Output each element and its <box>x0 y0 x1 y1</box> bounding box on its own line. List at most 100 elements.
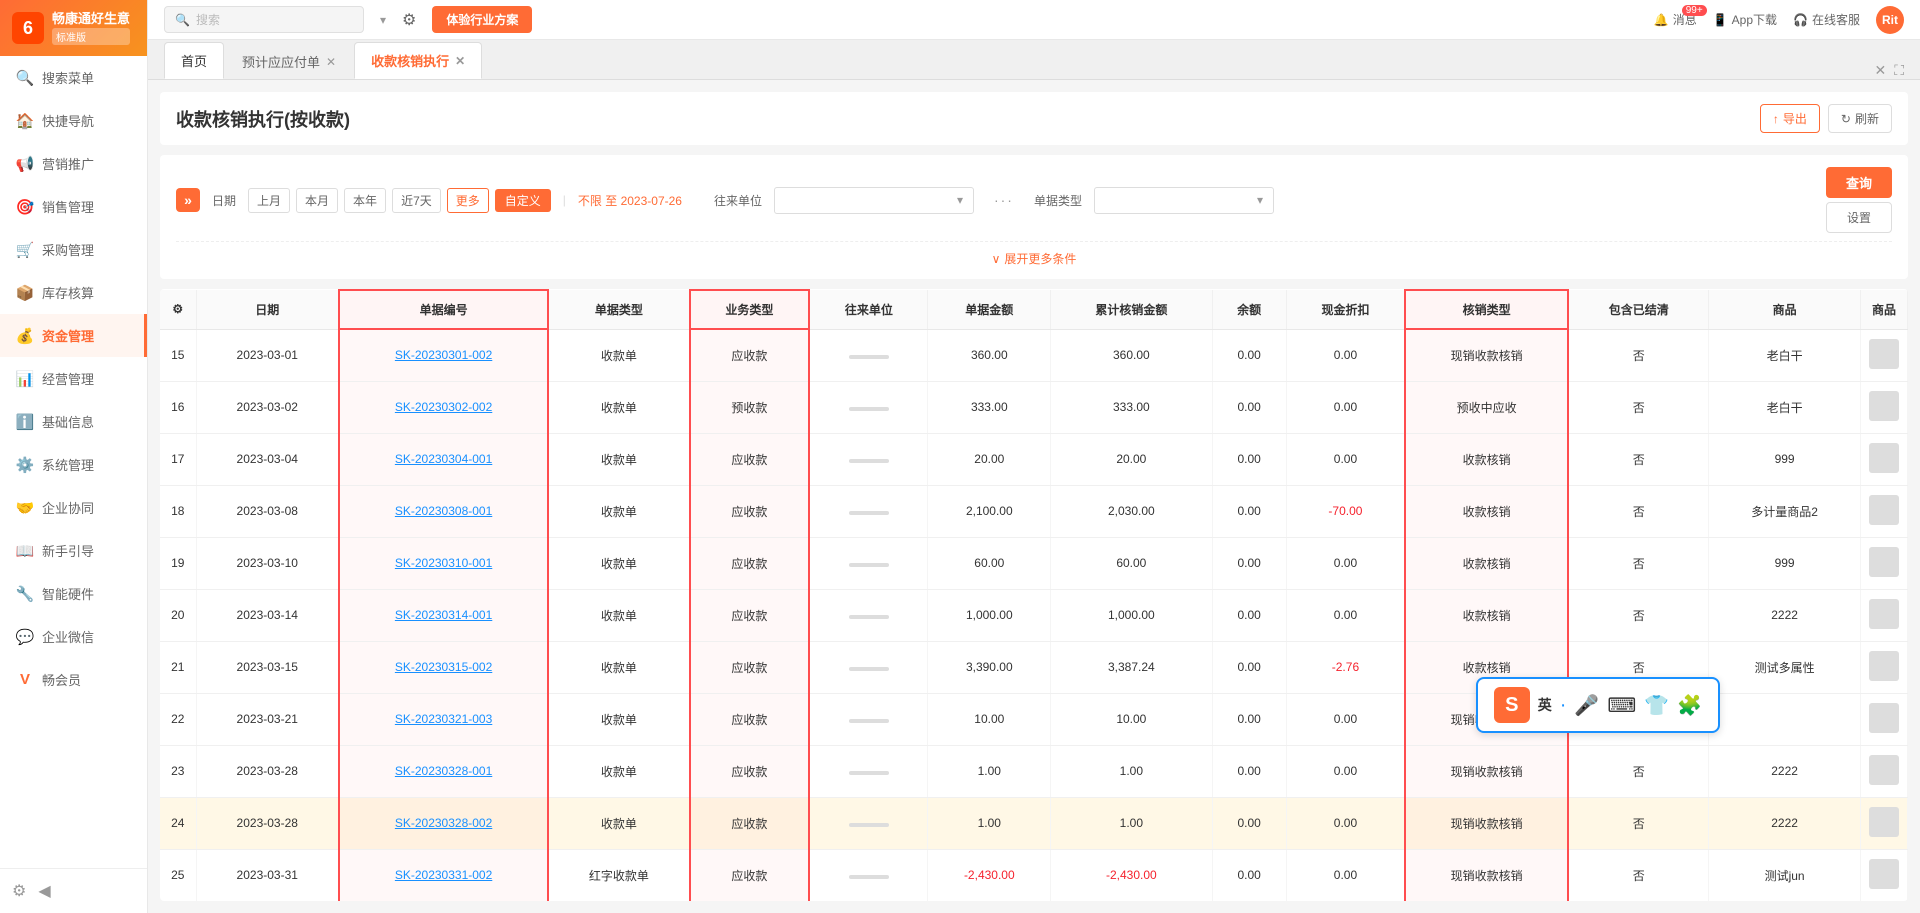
cell-cash-discount: 0.00 <box>1286 693 1405 745</box>
cell-counterpart <box>809 433 928 485</box>
tab-expand-icon[interactable]: ⛶ <box>1894 62 1904 79</box>
query-button[interactable]: 查询 <box>1826 167 1892 198</box>
filter-expand-btn[interactable]: » <box>176 188 200 212</box>
th-balance: 余额 <box>1212 290 1286 329</box>
doc-no-link[interactable]: SK-20230328-002 <box>395 816 492 830</box>
sidebar-item-hardware[interactable]: 🔧 智能硬件 <box>0 572 147 615</box>
sidebar-item-purchase[interactable]: 🛒 采购管理 <box>0 228 147 271</box>
cell-doc-type: 收款单 <box>548 693 689 745</box>
gear-icon-top[interactable]: ⚙ <box>402 10 416 30</box>
cell-doc-type: 收款单 <box>548 797 689 849</box>
tab-collection-close[interactable]: ✕ <box>455 54 465 68</box>
cell-product2 <box>1861 329 1908 381</box>
cell-doc-type: 收款单 <box>548 589 689 641</box>
sidebar-item-operations[interactable]: 📊 经营管理 <box>0 357 147 400</box>
sidebar-item-member[interactable]: V 畅会员 <box>0 658 147 701</box>
collapse-icon[interactable]: ◀ <box>38 881 50 901</box>
tab-close-all-icon[interactable]: ✕ <box>1874 62 1886 79</box>
table-row: 17 2023-03-04 SK-20230304-001 收款单 应收款 20… <box>160 433 1908 485</box>
sales-icon: 🎯 <box>16 198 34 216</box>
table-body: 15 2023-03-01 SK-20230301-002 收款单 应收款 36… <box>160 329 1908 901</box>
counterpart-input[interactable]: ▾ <box>774 187 974 214</box>
sidebar-item-guide[interactable]: 📖 新手引导 <box>0 529 147 572</box>
doc-no-link[interactable]: SK-20230314-001 <box>395 608 492 622</box>
filter-date-btns: 上月 本月 本年 近7天 更多 自定义 <box>248 188 551 213</box>
cell-product2 <box>1861 641 1908 693</box>
user-avatar[interactable]: Rit <box>1876 6 1904 34</box>
filter-expand-row[interactable]: ∨ 展开更多条件 <box>176 241 1892 267</box>
dropdown-arrow[interactable]: ▾ <box>380 13 386 27</box>
cell-biz-type: 预收款 <box>690 381 810 433</box>
cell-date: 2023-03-08 <box>196 485 339 537</box>
sidebar-item-marketing[interactable]: 📢 营销推广 <box>0 142 147 185</box>
cell-include-cleared: 否 <box>1568 537 1708 589</box>
online-support-item[interactable]: 🎧 在线客服 <box>1793 11 1860 28</box>
doc-no-link[interactable]: SK-20230304-001 <box>395 452 492 466</box>
export-button[interactable]: ↑ 导出 <box>1760 104 1820 133</box>
sidebar-item-sales[interactable]: 🎯 销售管理 <box>0 185 147 228</box>
cell-no: 15 <box>160 329 196 381</box>
doc-no-link[interactable]: SK-20230321-003 <box>395 712 492 726</box>
cell-no: 18 <box>160 485 196 537</box>
online-support-label: 在线客服 <box>1812 11 1860 28</box>
cell-biz-type: 应收款 <box>690 329 810 381</box>
sidebar-item-search[interactable]: 🔍 搜索菜单 <box>0 56 147 99</box>
doc-no-link[interactable]: SK-20230308-001 <box>395 504 492 518</box>
doc-no-link[interactable]: SK-20230302-002 <box>395 400 492 414</box>
th-gear[interactable]: ⚙ <box>160 290 196 329</box>
tab-collection[interactable]: 收款核销执行 ✕ <box>354 42 482 79</box>
counterpart-label: 往来单位 <box>714 192 762 209</box>
sidebar-item-label-system: 系统管理 <box>42 455 94 474</box>
cell-balance: 0.00 <box>1212 329 1286 381</box>
sidebar-item-basic[interactable]: ℹ️ 基础信息 <box>0 400 147 443</box>
notifications-item[interactable]: 🔔 消息 99+ <box>1654 11 1697 28</box>
settings-button[interactable]: 设置 <box>1826 202 1892 233</box>
tab-pending-close[interactable]: ✕ <box>326 55 336 69</box>
sidebar-item-quicknav[interactable]: 🏠 快捷导航 <box>0 99 147 142</box>
logo-icon: 6 <box>12 12 44 44</box>
doc-no-link[interactable]: SK-20230328-001 <box>395 764 492 778</box>
cell-include-cleared: 否 <box>1568 641 1708 693</box>
doc-no-link[interactable]: SK-20230331-002 <box>395 868 492 882</box>
cell-doc-no: SK-20230315-002 <box>339 641 548 693</box>
date-custom-btn[interactable]: 自定义 <box>495 189 551 212</box>
date-btn-last-month[interactable]: 上月 <box>248 188 290 213</box>
cell-cumulative: 1.00 <box>1051 797 1212 849</box>
app-download-item[interactable]: 📱 App下载 <box>1713 11 1777 28</box>
cell-doc-amount: 3,390.00 <box>928 641 1051 693</box>
sidebar-item-label-inventory: 库存核算 <box>42 283 94 302</box>
date-btn-7days[interactable]: 近7天 <box>392 188 441 213</box>
cell-balance: 0.00 <box>1212 537 1286 589</box>
cell-date: 2023-03-01 <box>196 329 339 381</box>
cell-include-cleared: 否 <box>1568 693 1708 745</box>
export-label: 导出 <box>1783 110 1807 127</box>
cell-counterpart <box>809 589 928 641</box>
th-product: 商品 <box>1709 290 1861 329</box>
table-row: 24 2023-03-28 SK-20230328-002 收款单 应收款 1.… <box>160 797 1908 849</box>
cell-doc-no: SK-20230328-001 <box>339 745 548 797</box>
cell-date: 2023-03-04 <box>196 433 339 485</box>
cell-no: 21 <box>160 641 196 693</box>
doc-no-link[interactable]: SK-20230310-001 <box>395 556 492 570</box>
topbar-search[interactable]: 🔍 搜索 <box>164 6 364 33</box>
topbar-right: 🔔 消息 99+ 📱 App下载 🎧 在线客服 Rit <box>1654 6 1904 34</box>
doc-type-select[interactable]: ▾ <box>1094 187 1274 214</box>
refresh-button[interactable]: ↻ 刷新 <box>1828 104 1892 133</box>
sidebar-item-label-sales: 销售管理 <box>42 197 94 216</box>
sidebar-item-system[interactable]: ⚙️ 系统管理 <box>0 443 147 486</box>
cell-doc-amount: 20.00 <box>928 433 1051 485</box>
sidebar-item-finance[interactable]: 💰 资金管理 <box>0 314 147 357</box>
date-btn-this-month[interactable]: 本月 <box>296 188 338 213</box>
sidebar-item-wechat[interactable]: 💬 企业微信 <box>0 615 147 658</box>
doc-no-link[interactable]: SK-20230315-002 <box>395 660 492 674</box>
date-btn-more[interactable]: 更多 <box>447 188 489 213</box>
tab-home[interactable]: 首页 <box>164 42 224 79</box>
sidebar-item-enterprise[interactable]: 🤝 企业协同 <box>0 486 147 529</box>
marketing-icon: 📢 <box>16 155 34 173</box>
doc-no-link[interactable]: SK-20230301-002 <box>395 348 492 362</box>
date-btn-this-year[interactable]: 本年 <box>344 188 386 213</box>
tab-pending[interactable]: 预计应应付单 ✕ <box>226 44 352 79</box>
settings-bottom-icon[interactable]: ⚙ <box>12 881 26 901</box>
industry-btn[interactable]: 体验行业方案 <box>432 6 532 33</box>
sidebar-item-inventory[interactable]: 📦 库存核算 <box>0 271 147 314</box>
